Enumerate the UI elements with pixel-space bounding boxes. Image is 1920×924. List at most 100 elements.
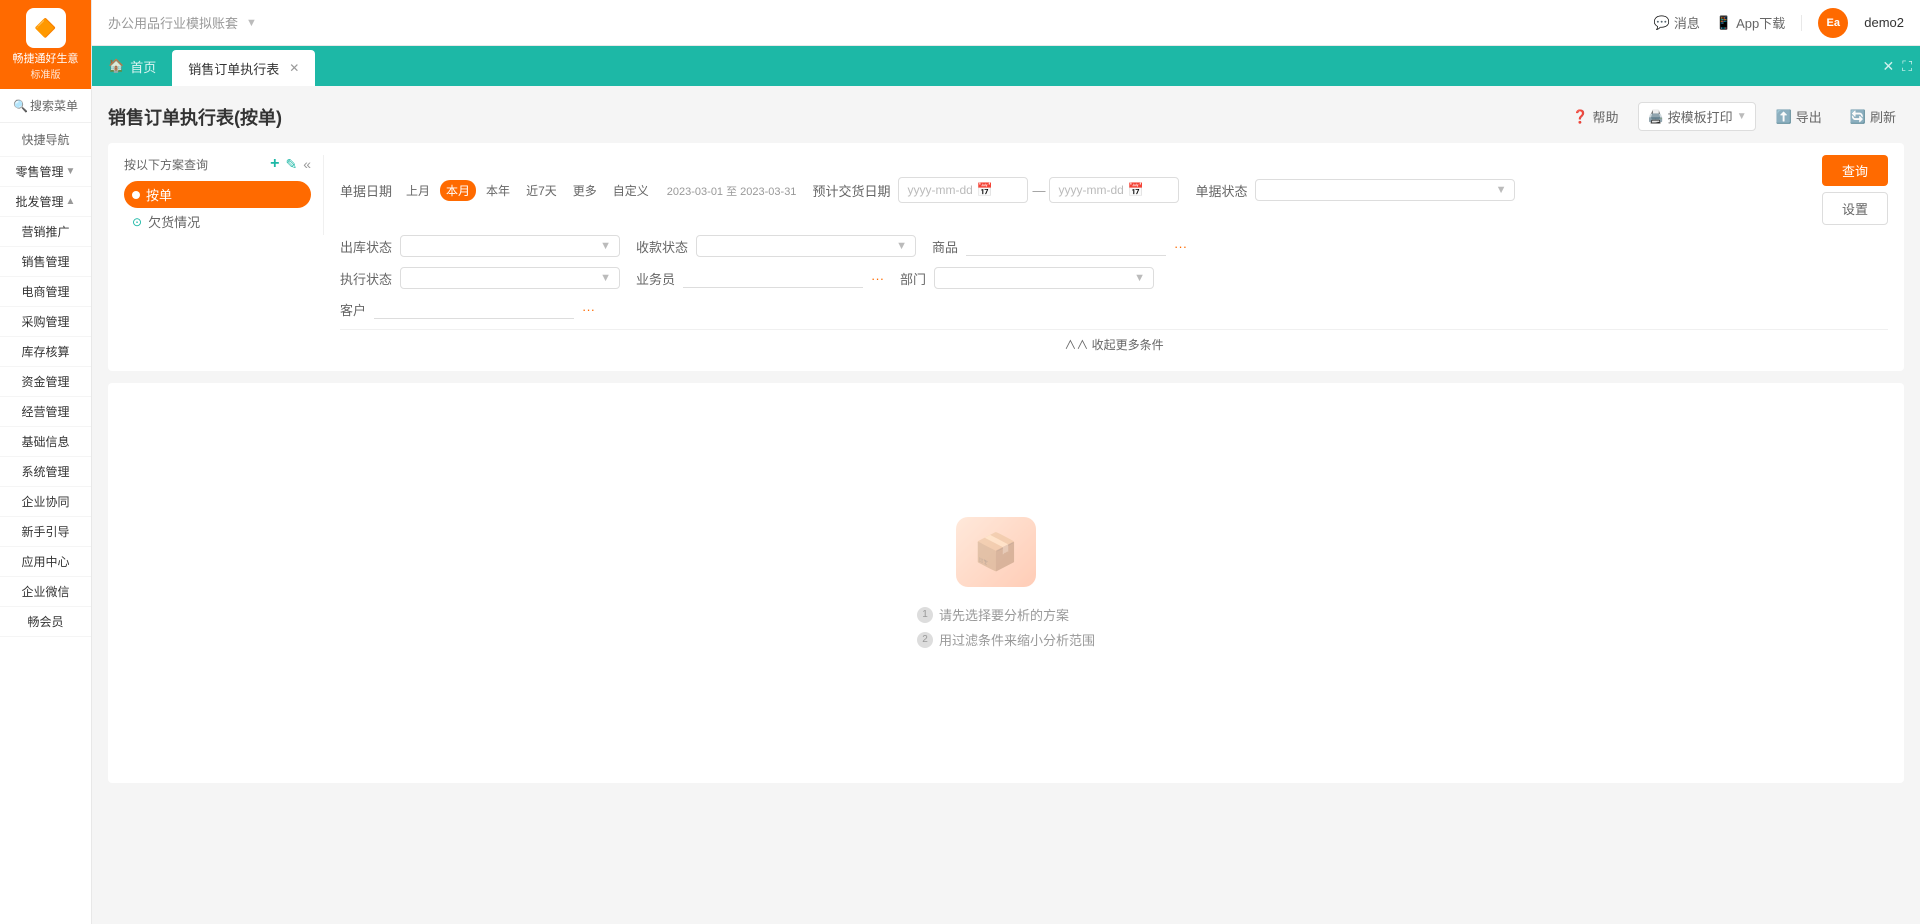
payment-status-dropdown-icon: ▼ xyxy=(896,240,907,252)
expected-date-label: 预计交货日期 xyxy=(812,181,890,200)
delivery-status-select[interactable]: ▼ xyxy=(400,235,620,257)
sidebar-item-member[interactable]: 畅会员 xyxy=(0,607,91,637)
delivery-status-dropdown-icon: ▼ xyxy=(600,240,611,252)
sidebar-item-wechat[interactable]: 企业微信 xyxy=(0,577,91,607)
setting-button[interactable]: 设置 xyxy=(1822,192,1888,225)
date-start-input[interactable]: yyyy-mm-dd 📅 xyxy=(898,177,1028,203)
empty-hints: 1 请先选择要分析的方案 2 用过滤条件来缩小分析范围 xyxy=(917,605,1095,649)
user-avatar[interactable]: Ea xyxy=(1818,8,1848,38)
tab-active-label: 销售订单执行表 xyxy=(188,59,279,78)
dept-dropdown-icon: ▼ xyxy=(1134,272,1145,284)
date-tab-more[interactable]: 更多 xyxy=(567,180,603,201)
sidebar-item-purchase[interactable]: 采购管理 xyxy=(0,307,91,337)
customer-more-icon[interactable]: ··· xyxy=(582,302,595,317)
dept-label: 部门 xyxy=(900,269,926,288)
exec-status-select[interactable]: ▼ xyxy=(400,267,620,289)
maximize-window-icon[interactable]: ⛶ xyxy=(1902,58,1912,75)
tabbar-spacer xyxy=(315,46,1874,86)
sidebar-item-system[interactable]: 系统管理 xyxy=(0,457,91,487)
customer-input[interactable] xyxy=(374,299,574,319)
print-btn[interactable]: 🖨️ 按模板打印 ▼ xyxy=(1638,102,1755,131)
basic-label: 基础信息 xyxy=(21,433,69,450)
scheme-item-label-0: 按单 xyxy=(146,185,172,204)
scheme-title: 按以下方案查询 xyxy=(124,156,208,173)
sidebar-item-operation[interactable]: 经营管理 xyxy=(0,397,91,427)
salesperson-more-icon[interactable]: ··· xyxy=(871,271,884,286)
customer-label: 客户 xyxy=(340,300,366,319)
scheme-item-shortage[interactable]: ⊙ 欠货情况 xyxy=(124,208,311,235)
filter-row-4: 客户 ··· xyxy=(340,299,1888,319)
sidebar-item-basic[interactable]: 基础信息 xyxy=(0,427,91,457)
topbar-left: 办公用品行业模拟账套 ▼ xyxy=(108,13,257,32)
salesperson-input[interactable] xyxy=(683,268,863,288)
filter-row-1: 单据日期 上月 本月 本年 近7天 更多 自定义 2023-03-01 至 20… xyxy=(340,155,1888,225)
calendar-end-icon: 📅 xyxy=(1128,182,1144,198)
dept-select[interactable]: ▼ xyxy=(934,267,1154,289)
add-scheme-btn[interactable]: + xyxy=(270,155,279,173)
app-download-btn[interactable]: 📱 App下载 xyxy=(1716,13,1785,32)
dept-field: 部门 ▼ xyxy=(900,267,1888,289)
help-icon: ❓ xyxy=(1572,109,1588,125)
page-title: 销售订单执行表(按单) xyxy=(108,104,282,130)
status-dropdown-icon: ▼ xyxy=(1496,184,1507,196)
sidebar-item-collab[interactable]: 企业协同 xyxy=(0,487,91,517)
print-icon: 🖨️ xyxy=(1647,109,1663,125)
date-end-input[interactable]: yyyy-mm-dd 📅 xyxy=(1049,177,1179,203)
collapse-scheme-btn[interactable]: « xyxy=(303,156,311,172)
date-tab-this-month[interactable]: 本月 xyxy=(440,180,476,201)
sidebar-item-sales[interactable]: 销售管理 xyxy=(0,247,91,277)
query-button[interactable]: 查询 xyxy=(1822,155,1888,186)
collapse-bar[interactable]: ∧∧ 收起更多条件 xyxy=(340,329,1888,359)
tab-sales-execution[interactable]: 销售订单执行表 ✕ xyxy=(172,50,315,86)
download-icon: 📱 xyxy=(1716,15,1732,31)
hint-text-1: 请先选择要分析的方案 xyxy=(939,605,1069,624)
date-tab-7days[interactable]: 近7天 xyxy=(520,180,563,201)
user-name[interactable]: demo2 xyxy=(1864,15,1904,30)
ecommerce-label: 电商管理 xyxy=(21,283,69,300)
collapse-up-icon: ∧∧ xyxy=(1064,338,1088,352)
goods-more-icon[interactable]: ··· xyxy=(1174,239,1187,254)
sidebar-item-ecommerce[interactable]: 电商管理 xyxy=(0,277,91,307)
search-icon: 🔍 xyxy=(13,99,28,113)
tab-close-icon[interactable]: ✕ xyxy=(289,61,299,75)
print-dropdown-icon[interactable]: ▼ xyxy=(1737,111,1747,122)
logo-icon: 🔶 xyxy=(26,8,66,48)
quick-nav-label: 快捷导航 xyxy=(4,131,87,148)
payment-status-label: 收款状态 xyxy=(636,237,688,256)
scheme-dot-icon xyxy=(132,191,140,199)
sidebar-item-marketing[interactable]: 营销推广 xyxy=(0,217,91,247)
customer-field: 客户 ··· xyxy=(340,299,595,319)
help-btn[interactable]: ❓ 帮助 xyxy=(1564,103,1626,130)
date-end-text: yyyy-mm-dd xyxy=(1058,183,1123,197)
tab-home[interactable]: 🏠 首页 xyxy=(92,46,172,86)
sidebar-item-appcenter[interactable]: 应用中心 xyxy=(0,547,91,577)
topbar-right: 💬 消息 📱 App下载 Ea demo2 xyxy=(1654,8,1904,38)
goods-input[interactable] xyxy=(966,236,1166,256)
close-window-icon[interactable]: ✕ xyxy=(1882,58,1894,75)
sidebar-item-quick-nav[interactable]: 快捷导航 xyxy=(0,123,91,157)
message-btn[interactable]: 💬 消息 xyxy=(1654,13,1700,32)
date-tab-custom[interactable]: 自定义 xyxy=(607,180,655,201)
export-btn[interactable]: ⬆️ 导出 xyxy=(1768,103,1830,130)
sidebar-item-finance[interactable]: 资金管理 xyxy=(0,367,91,397)
date-tab-last-month[interactable]: 上月 xyxy=(400,180,436,201)
date-range-picker: yyyy-mm-dd 📅 — yyyy-mm-dd 📅 xyxy=(898,177,1179,203)
calendar-start-icon: 📅 xyxy=(977,182,993,198)
operation-label: 经营管理 xyxy=(21,403,69,420)
wholesale-arrow: ▲ xyxy=(66,196,76,207)
status-select[interactable]: ▼ xyxy=(1255,179,1515,201)
tabbar-actions: ✕ ⛶ xyxy=(1874,46,1920,86)
filter-scheme-header: 按以下方案查询 + ✎ « xyxy=(124,155,311,173)
refresh-btn[interactable]: 🔄 刷新 xyxy=(1842,103,1904,130)
breadcrumb: 办公用品行业模拟账套 xyxy=(108,13,238,32)
breadcrumb-arrow-icon[interactable]: ▼ xyxy=(246,17,257,29)
search-menu[interactable]: 🔍 搜索菜单 xyxy=(0,89,91,123)
scheme-item-by-order[interactable]: 按单 xyxy=(124,181,311,208)
sidebar-item-newuser[interactable]: 新手引导 xyxy=(0,517,91,547)
edit-scheme-btn[interactable]: ✎ xyxy=(285,156,297,173)
sidebar-item-retail[interactable]: 零售管理 ▼ xyxy=(0,157,91,187)
sidebar-item-wholesale[interactable]: 批发管理 ▲ xyxy=(0,187,91,217)
payment-status-select[interactable]: ▼ xyxy=(696,235,916,257)
date-tab-this-year[interactable]: 本年 xyxy=(480,180,516,201)
sidebar-item-inventory[interactable]: 库存核算 xyxy=(0,337,91,367)
